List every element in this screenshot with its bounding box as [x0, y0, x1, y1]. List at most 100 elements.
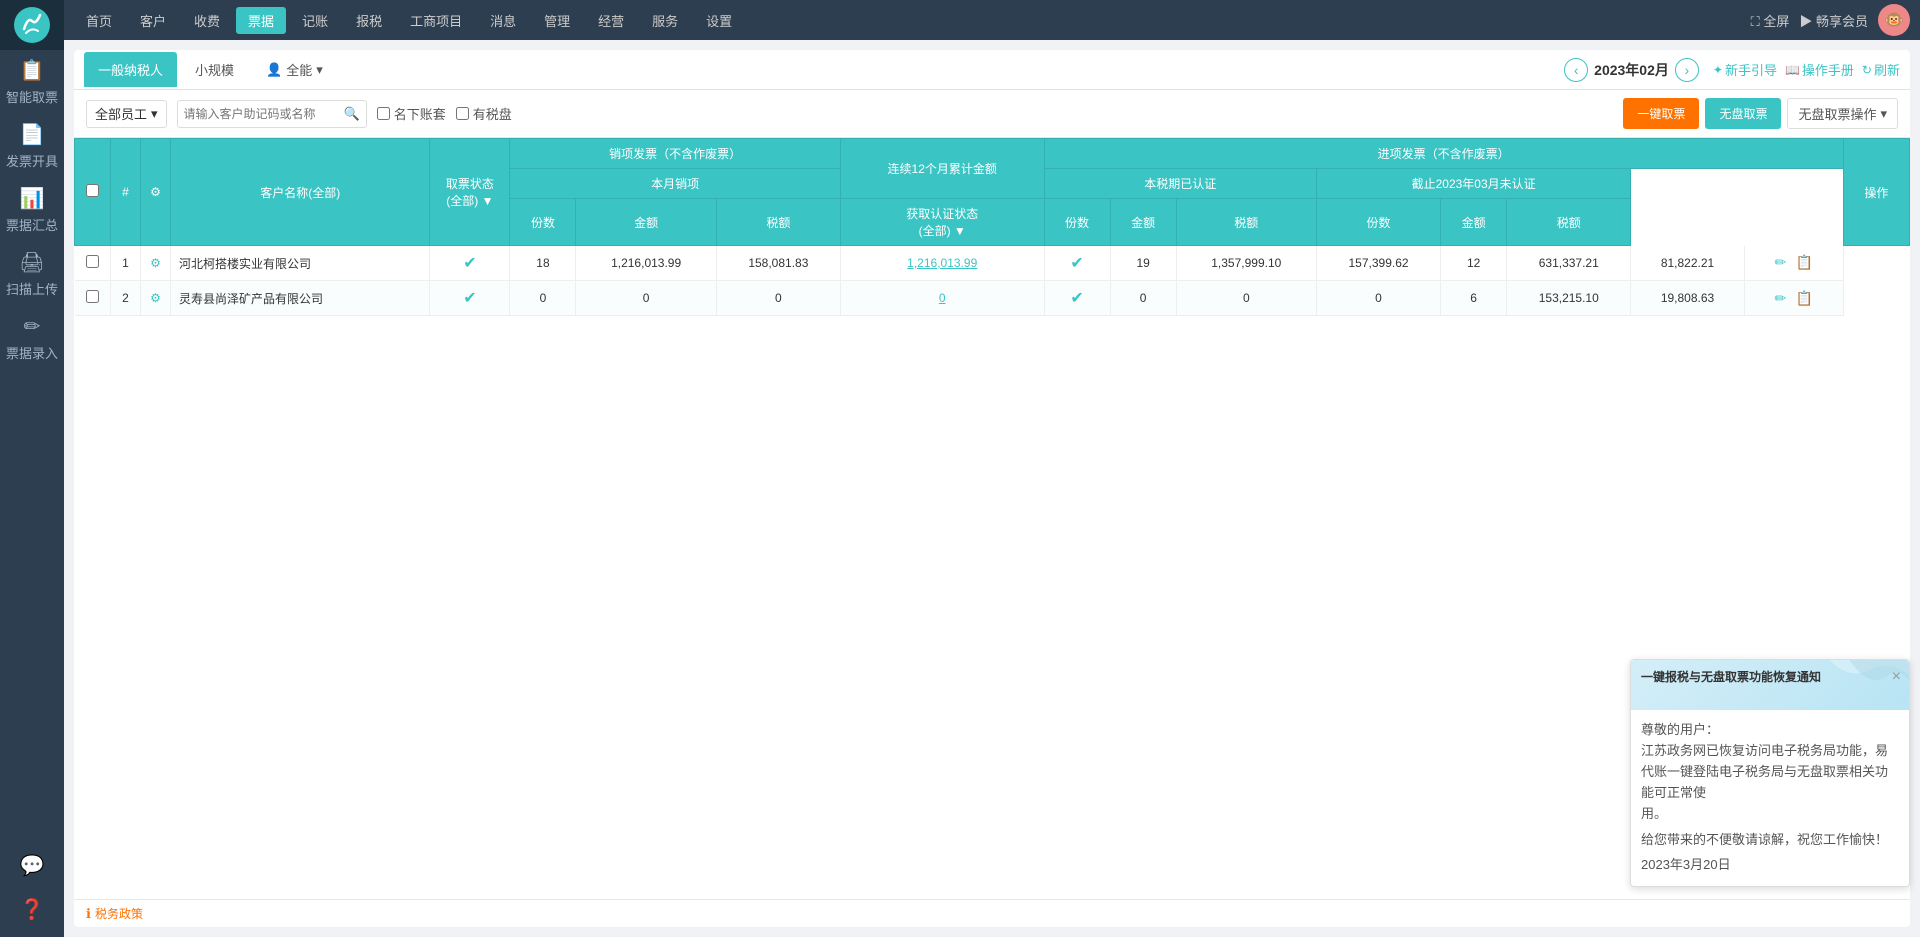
th-month-sales: 本月销项: [510, 169, 841, 199]
sidebar-item-smart-fetch[interactable]: 📋 智能取票: [0, 50, 64, 114]
row-p-tax: 157,399.62: [1316, 246, 1440, 281]
copy-icon[interactable]: 📋: [1796, 254, 1813, 270]
checkbox-my-accounts-input[interactable]: [377, 107, 390, 120]
sidebar-item-invoice-open[interactable]: 📄 发票开具: [0, 114, 64, 178]
employee-select[interactable]: 全部员工 ▾: [86, 100, 167, 128]
edit-icon[interactable]: ✏: [1775, 254, 1787, 270]
row-cert-status: ✔: [1044, 281, 1110, 316]
checkbox-has-taxdisk[interactable]: 有税盘: [456, 104, 512, 123]
tab-all[interactable]: 👤 全能 ▾: [252, 52, 337, 87]
help-icon[interactable]: ❓: [14, 891, 50, 927]
tab-general[interactable]: 一般纳税人: [84, 52, 177, 87]
nav-settings[interactable]: 设置: [694, 7, 744, 34]
nav-invoice[interactable]: 票据: [236, 7, 286, 34]
row-checkbox[interactable]: [75, 281, 111, 316]
member-btn[interactable]: ▶ 畅享会员: [1799, 11, 1868, 30]
nav-bizreg[interactable]: 工商项目: [398, 7, 474, 34]
copy-icon[interactable]: 📋: [1796, 290, 1813, 306]
nav-home[interactable]: 首页: [74, 7, 124, 34]
nav-service[interactable]: 服务: [640, 7, 690, 34]
sidebar-item-data-entry[interactable]: ✏ 票据录入: [0, 306, 64, 370]
nav-operation[interactable]: 经营: [586, 7, 636, 34]
nav-client[interactable]: 客户: [128, 7, 178, 34]
checkbox-has-taxdisk-label: 有税盘: [473, 104, 512, 123]
no-disk-ops-button[interactable]: 无盘取票操作 ▾: [1787, 98, 1898, 129]
prev-month-btn[interactable]: ‹: [1564, 58, 1588, 82]
sidebar-item-invoice-summary[interactable]: 📊 票据汇总: [0, 178, 64, 242]
chat-icon[interactable]: 💬: [14, 847, 50, 883]
row-fetch-status: ✔: [430, 281, 510, 316]
tab-bar: 一般纳税人 小规模 👤 全能 ▾ ‹ 2023年02月 › ✦ 新手引导 📖 操…: [74, 50, 1910, 90]
th-cert-status: 获取认证状态(全部) ▼: [840, 199, 1044, 246]
top-nav: 首页 客户 收费 票据 记账 报税 工商项目 消息 管理 经营 服务 设置 ⛶ …: [64, 0, 1920, 40]
employee-label: 全部员工: [95, 104, 147, 123]
row-u-tax: 81,822.21: [1631, 246, 1744, 281]
row-fetch-status: ✔: [430, 246, 510, 281]
nav-message[interactable]: 消息: [478, 7, 528, 34]
next-month-btn[interactable]: ›: [1675, 58, 1699, 82]
status-info-icon: ℹ: [86, 906, 91, 922]
sidebar-item-scan-upload-label: 扫描上传: [6, 279, 58, 298]
notification-close-btn[interactable]: ×: [1892, 668, 1901, 686]
search-input[interactable]: [184, 107, 344, 121]
notif-line-3: 给您带来的不便敬请谅解，祝您工作愉快！: [1641, 830, 1899, 851]
th-s-amount: 金额: [576, 199, 716, 246]
select-all-checkbox[interactable]: [86, 184, 99, 197]
notification-body: 尊敬的用户： 江苏政务网已恢复访问电子税务局功能，易代账一键登陆电子税务局与无盘…: [1631, 710, 1909, 886]
checkbox-my-accounts[interactable]: 名下账套: [377, 104, 446, 123]
new-guide-link[interactable]: ✦ 新手引导: [1713, 60, 1777, 79]
row-p-tax: 0: [1316, 281, 1440, 316]
invoice-table: # ⚙ 客户名称(全部) 取票状态(全部) ▼ 销项发票（不含作废票） 连续12…: [74, 138, 1910, 316]
row-s-cum[interactable]: 1,216,013.99: [840, 246, 1044, 281]
notif-line-0: 尊敬的用户：: [1641, 720, 1899, 741]
nav-collect[interactable]: 收费: [182, 7, 232, 34]
row-s-tax: 0: [716, 281, 840, 316]
row-checkbox[interactable]: [75, 246, 111, 281]
nav-tax[interactable]: 报税: [344, 7, 394, 34]
nav-bookkeep[interactable]: 记账: [290, 7, 340, 34]
row-cert-status: ✔: [1044, 246, 1110, 281]
tax-policy-link[interactable]: 税务政策: [95, 905, 143, 922]
row-s-count: 18: [510, 246, 576, 281]
checkbox-has-taxdisk-input[interactable]: [456, 107, 469, 120]
row-s-tax: 158,081.83: [716, 246, 840, 281]
filter-bar: 全部员工 ▾ 🔍 名下账套 有税盘 一键取票 无盘取票: [74, 90, 1910, 138]
th-num: #: [111, 139, 141, 246]
th-u-tax: 税额: [1507, 199, 1631, 246]
tab-small[interactable]: 小规模: [181, 52, 248, 87]
fullscreen-btn[interactable]: ⛶ 全屏: [1751, 11, 1790, 30]
th-p-amount: 金额: [1110, 199, 1176, 246]
chevron-down-icon: ▾: [151, 106, 158, 122]
row-s-amount: 0: [576, 281, 716, 316]
sidebar-logo: [0, 0, 64, 50]
notif-line-4: 2023年3月20日: [1641, 855, 1899, 876]
th-s-tax: 税额: [716, 199, 840, 246]
row-s-cum[interactable]: 0: [840, 281, 1044, 316]
sidebar-item-invoice-open-label: 发票开具: [6, 151, 58, 170]
row-u-amount: 153,215.10: [1507, 281, 1631, 316]
nav-manage[interactable]: 管理: [532, 7, 582, 34]
row-s-count: 0: [510, 281, 576, 316]
row-settings[interactable]: ⚙: [141, 246, 171, 281]
th-p-tax: 税额: [1176, 199, 1316, 246]
row-client-name: 灵寿县尚泽矿产品有限公司: [171, 281, 430, 316]
user-avatar[interactable]: 🐵: [1878, 4, 1910, 36]
sidebar-item-smart-fetch-label: 智能取票: [6, 87, 58, 106]
manual-link[interactable]: 📖 操作手册: [1785, 60, 1854, 79]
search-icon[interactable]: 🔍: [344, 106, 360, 122]
th-u-count: 份数: [1316, 199, 1440, 246]
no-disk-fetch-button[interactable]: 无盘取票: [1705, 98, 1781, 129]
row-settings[interactable]: ⚙: [141, 281, 171, 316]
smart-fetch-icon: 📋: [20, 58, 45, 83]
sidebar-item-scan-upload[interactable]: 🖨 扫描上传: [0, 242, 64, 306]
edit-icon[interactable]: ✏: [1775, 290, 1787, 306]
th-client-name: 客户名称(全部): [171, 139, 430, 246]
row-p-amount: 0: [1176, 281, 1316, 316]
filter-buttons: 一键取票 无盘取票 无盘取票操作 ▾: [1623, 98, 1898, 129]
refresh-link[interactable]: ↻ 刷新: [1862, 60, 1900, 79]
sidebar-item-data-entry-label: 票据录入: [6, 343, 58, 362]
search-input-wrap: 🔍: [177, 100, 367, 128]
chevron-down-icon: ▾: [316, 62, 323, 78]
one-click-fetch-button[interactable]: 一键取票: [1623, 98, 1699, 129]
row-p-count: 0: [1110, 281, 1176, 316]
